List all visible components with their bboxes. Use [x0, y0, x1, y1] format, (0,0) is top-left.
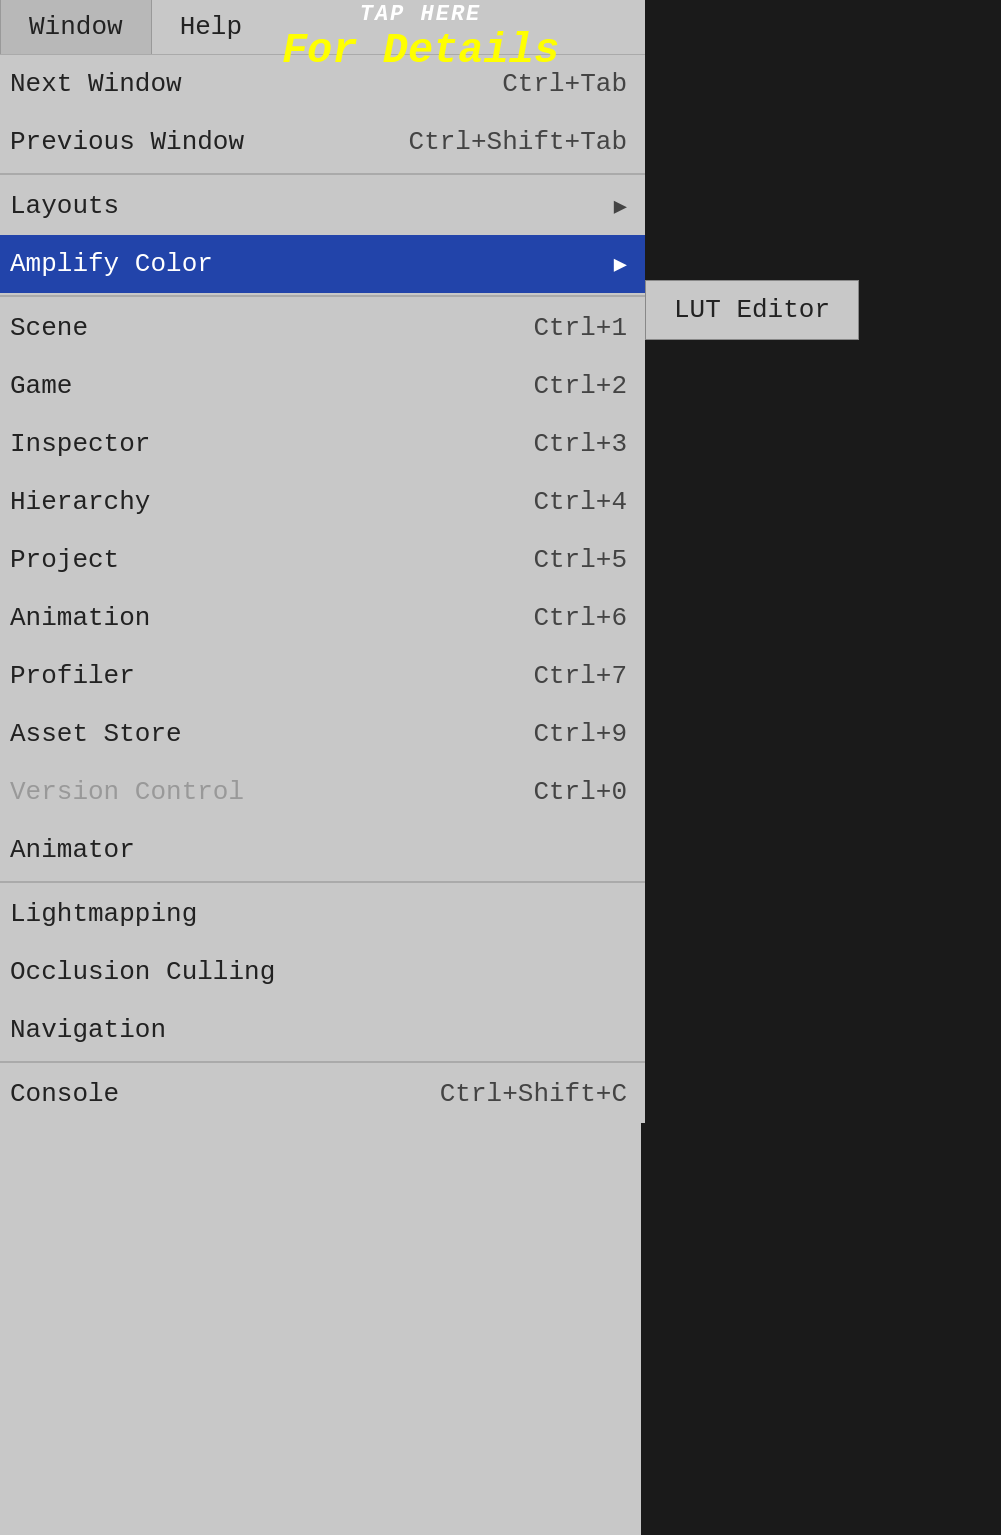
menu-item-inspector[interactable]: Inspector Ctrl+3 — [0, 415, 645, 473]
menu-item-amplify-color[interactable]: Amplify Color ▶ — [0, 235, 645, 293]
submenu-item-lut-editor-label: LUT Editor — [674, 295, 830, 325]
tab-help-label: Help — [180, 12, 242, 42]
menu-item-hierarchy[interactable]: Hierarchy Ctrl+4 — [0, 473, 645, 531]
menu-item-lightmapping[interactable]: Lightmapping — [0, 885, 645, 943]
tab-window-label: Window — [29, 12, 123, 42]
menu-item-navigation[interactable]: Navigation — [0, 1001, 645, 1059]
submenu-item-lut-editor[interactable]: LUT Editor — [646, 281, 858, 339]
menu-item-version-control: Version Control Ctrl+0 — [0, 763, 645, 821]
separator-3 — [0, 881, 645, 883]
menu-item-occlusion-culling[interactable]: Occlusion Culling — [0, 943, 645, 1001]
separator-1 — [0, 173, 645, 175]
menu-item-project[interactable]: Project Ctrl+5 — [0, 531, 645, 589]
menu-item-asset-store[interactable]: Asset Store Ctrl+9 — [0, 705, 645, 763]
submenu-amplify-color: LUT Editor — [645, 280, 859, 340]
menu-item-previous-window[interactable]: Previous Window Ctrl+Shift+Tab — [0, 113, 645, 171]
menu-item-animation[interactable]: Animation Ctrl+6 — [0, 589, 645, 647]
tab-window[interactable]: Window — [0, 0, 152, 54]
menu-top-row: Window Help — [0, 0, 645, 55]
menu-item-game[interactable]: Game Ctrl+2 — [0, 357, 645, 415]
tab-help[interactable]: Help — [152, 0, 270, 54]
menu-item-next-window[interactable]: Next Window Ctrl+Tab — [0, 55, 645, 113]
menu-item-animator[interactable]: Animator — [0, 821, 645, 879]
menu-container: Window Help Next Window Ctrl+Tab Previou… — [0, 0, 645, 1123]
menu-item-console[interactable]: Console Ctrl+Shift+C — [0, 1065, 645, 1123]
separator-2 — [0, 295, 645, 297]
dark-right-panel — [641, 0, 1001, 1535]
menu-item-scene[interactable]: Scene Ctrl+1 — [0, 299, 645, 357]
separator-4 — [0, 1061, 645, 1063]
menu-item-profiler[interactable]: Profiler Ctrl+7 — [0, 647, 645, 705]
menu-item-layouts[interactable]: Layouts ▶ — [0, 177, 645, 235]
